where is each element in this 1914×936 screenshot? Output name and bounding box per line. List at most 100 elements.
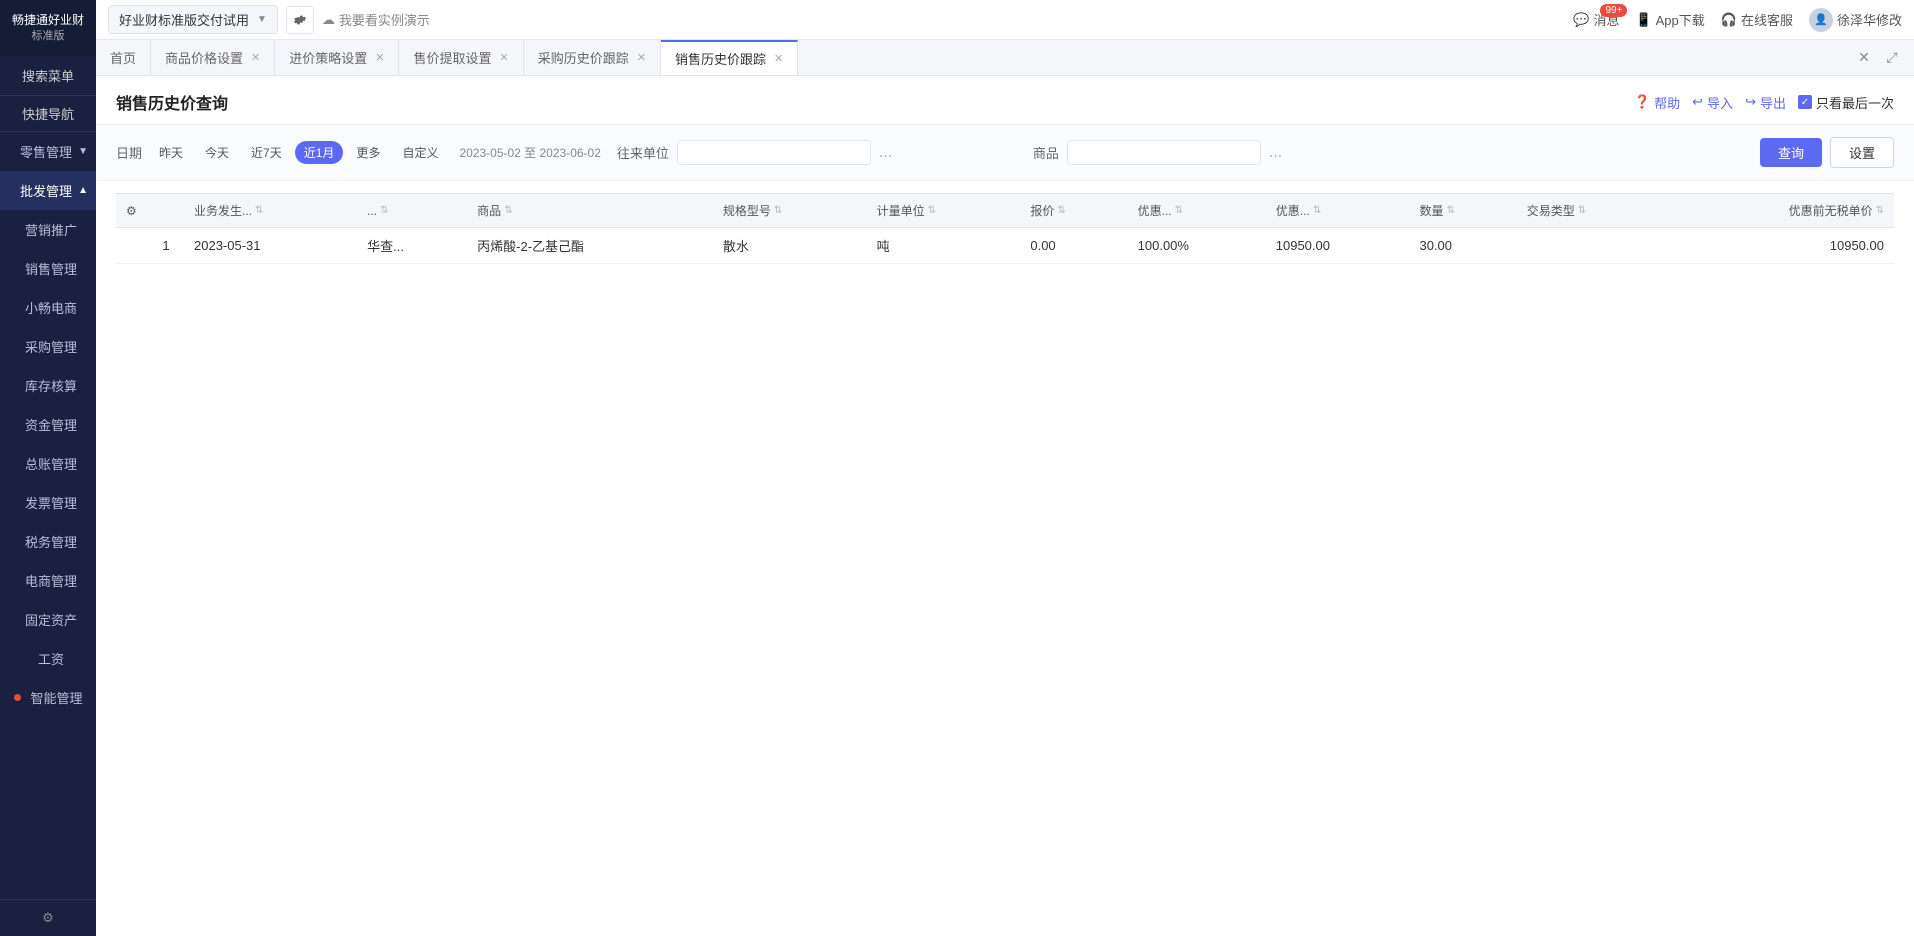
tab-price-settings[interactable]: 商品价格设置 ✕	[151, 40, 275, 76]
product-picker-btn[interactable]: ...	[1269, 144, 1282, 162]
sidebar-item-invoice[interactable]: 发票管理	[0, 483, 96, 522]
only-last-checkbox[interactable]: ✓ 只看最后一次	[1798, 93, 1894, 112]
sidebar-item-retail[interactable]: 零售管理 ▼	[0, 132, 96, 171]
tab-purchase-history[interactable]: 采购历史价跟踪 ✕	[524, 40, 661, 76]
cell-transaction-type	[1517, 228, 1671, 264]
sidebar-settings[interactable]: ⚙	[0, 899, 96, 936]
help-icon: ❓	[1634, 94, 1650, 110]
tab-close-purchase-strategy[interactable]: ✕	[375, 51, 384, 64]
demo-icon: ☁	[322, 12, 335, 28]
th-price[interactable]: 报价 ⇅	[1020, 194, 1127, 228]
th-quantity[interactable]: 数量 ⇅	[1409, 194, 1516, 228]
topbar: 好业财标准版交付试用 ▼ ☁ 我要看实例演示 💬 消息 99+ 📱 App下载	[96, 0, 1914, 40]
cell-business-date: 2023-05-31	[184, 228, 357, 264]
tab-maximize-btn[interactable]: ⤢	[1878, 44, 1906, 72]
sidebar-item-finance[interactable]: 资金管理	[0, 405, 96, 444]
table-area: ⚙ 业务发生... ⇅ ... ⇅	[96, 193, 1914, 284]
app-download-btn[interactable]: 📱 App下载	[1635, 10, 1704, 29]
tab-close-price-settings[interactable]: ✕	[251, 51, 260, 64]
sort-icon: ⇅	[774, 205, 782, 216]
cell-price: 0.00	[1020, 228, 1127, 264]
headset-icon: 🎧	[1721, 12, 1737, 28]
sidebar-search[interactable]: 搜索菜单	[0, 56, 96, 96]
chevron-up-icon: ▲	[78, 185, 88, 196]
table-header: ⚙ 业务发生... ⇅ ... ⇅	[116, 194, 1894, 228]
sidebar-item-wholesale[interactable]: 批发管理 ▲	[0, 171, 96, 210]
th-product[interactable]: 商品 ⇅	[467, 194, 713, 228]
sidebar-item-accounting[interactable]: 总账管理	[0, 444, 96, 483]
tab-purchase-strategy[interactable]: 进价策略设置 ✕	[275, 40, 399, 76]
sidebar-item-marketing[interactable]: 营销推广	[0, 210, 96, 249]
cell-unit: 吨	[867, 228, 1021, 264]
date-btn-last1m[interactable]: 近1月	[295, 141, 344, 164]
sidebar-logo: 畅捷通好业财 标准版	[0, 0, 96, 56]
tab-close-price-extract[interactable]: ✕	[500, 51, 509, 64]
date-btn-yesterday[interactable]: 昨天	[150, 141, 192, 164]
sidebar-item-purchase[interactable]: 采购管理	[0, 327, 96, 366]
date-btn-custom[interactable]: 自定义	[393, 141, 447, 164]
th-spec[interactable]: 规格型号 ⇅	[713, 194, 867, 228]
th-num	[148, 194, 184, 228]
help-btn[interactable]: ❓ 帮助	[1634, 93, 1680, 112]
tab-home[interactable]: 首页	[96, 40, 151, 76]
sidebar-quick-nav[interactable]: 快捷导航	[0, 96, 96, 132]
table-gear-icon[interactable]: ⚙	[126, 204, 137, 218]
sidebar-item-assets[interactable]: 固定资产	[0, 600, 96, 639]
user-menu-btn[interactable]: 👤 徐泽华修改	[1809, 8, 1902, 32]
sidebar-item-sales[interactable]: 销售管理	[0, 249, 96, 288]
topbar-left: 好业财标准版交付试用 ▼ ☁ 我要看实例演示	[108, 5, 430, 34]
checkbox-checked-icon: ✓	[1798, 95, 1812, 109]
import-icon: ↩	[1692, 94, 1703, 110]
sidebar-item-ecommerce[interactable]: 电商管理	[0, 561, 96, 600]
gear-icon	[293, 13, 307, 27]
tab-sales-history[interactable]: 销售历史价跟踪 ✕	[661, 40, 798, 76]
page-header: 销售历史价查询 ❓ 帮助 ↩ 导入 ↪ 导出 ✓ 只看最后一次	[96, 76, 1914, 125]
date-filter-label: 日期	[116, 143, 142, 162]
th-transaction-type[interactable]: 交易类型 ⇅	[1517, 194, 1671, 228]
query-button[interactable]: 查询	[1760, 138, 1822, 167]
table-row: 1 2023-05-31 华查... 丙烯酸-2-乙基己酯 散水 吨 0.00 …	[116, 228, 1894, 264]
settings-icon-btn[interactable]	[286, 6, 314, 34]
source-unit-input[interactable]	[677, 140, 871, 165]
chevron-down-icon: ▼	[78, 146, 88, 157]
sort-icon: ⇅	[504, 205, 512, 216]
th-unit[interactable]: 计量单位 ⇅	[867, 194, 1021, 228]
import-btn[interactable]: ↩ 导入	[1692, 93, 1733, 112]
sort-icon: ⇅	[1313, 205, 1321, 216]
th-gear: ⚙	[116, 194, 148, 228]
date-range-display: 2023-05-02 至 2023-06-02	[459, 144, 600, 161]
th-business-date[interactable]: 业务发生... ⇅	[184, 194, 357, 228]
date-btn-more[interactable]: 更多	[347, 141, 389, 164]
sidebar-item-ecommerce-small[interactable]: 小畅电商	[0, 288, 96, 327]
tab-close-current-btn[interactable]: ✕	[1850, 44, 1878, 72]
chevron-down-icon: ▼	[257, 14, 267, 25]
app-icon: 📱	[1635, 12, 1651, 28]
product-input[interactable]	[1067, 140, 1261, 165]
tab-close-sales-history[interactable]: ✕	[774, 52, 783, 65]
sidebar-item-inventory[interactable]: 库存核算	[0, 366, 96, 405]
date-btn-last7[interactable]: 近7天	[242, 141, 291, 164]
export-btn[interactable]: ↪ 导出	[1745, 93, 1786, 112]
th-pretax-price[interactable]: 优惠前无税单价 ⇅	[1671, 194, 1894, 228]
source-unit-label: 往来单位	[617, 143, 669, 162]
filter-date-group: 日期 昨天 今天 近7天 近1月 更多 自定义 2023-05-02 至 202…	[116, 141, 601, 164]
sidebar-item-payroll[interactable]: 工资	[0, 639, 96, 678]
cell-discount1: 100.00%	[1128, 228, 1266, 264]
th-discount2[interactable]: 优惠... ⇅	[1266, 194, 1410, 228]
online-service-btn[interactable]: 🎧 在线客服	[1721, 10, 1793, 29]
source-unit-picker-btn[interactable]: ...	[879, 144, 892, 162]
cell-spec: 散水	[713, 228, 867, 264]
message-btn[interactable]: 💬 消息 99+	[1573, 10, 1619, 29]
version-selector[interactable]: 好业财标准版交付试用 ▼	[108, 5, 278, 34]
settings-button[interactable]: 设置	[1830, 137, 1894, 168]
th-col3[interactable]: ... ⇅	[357, 194, 467, 228]
product-label: 商品	[1033, 143, 1059, 162]
date-btn-today[interactable]: 今天	[196, 141, 238, 164]
tab-price-extract[interactable]: 售价提取设置 ✕	[399, 40, 523, 76]
topbar-right: 💬 消息 99+ 📱 App下载 🎧 在线客服 👤 徐泽华修改	[1573, 8, 1902, 32]
sidebar-item-smart[interactable]: 智能管理	[0, 678, 96, 717]
demo-link[interactable]: ☁ 我要看实例演示	[322, 10, 430, 29]
th-discount1[interactable]: 优惠... ⇅	[1128, 194, 1266, 228]
tab-close-purchase-history[interactable]: ✕	[637, 51, 646, 64]
sidebar-item-tax[interactable]: 税务管理	[0, 522, 96, 561]
